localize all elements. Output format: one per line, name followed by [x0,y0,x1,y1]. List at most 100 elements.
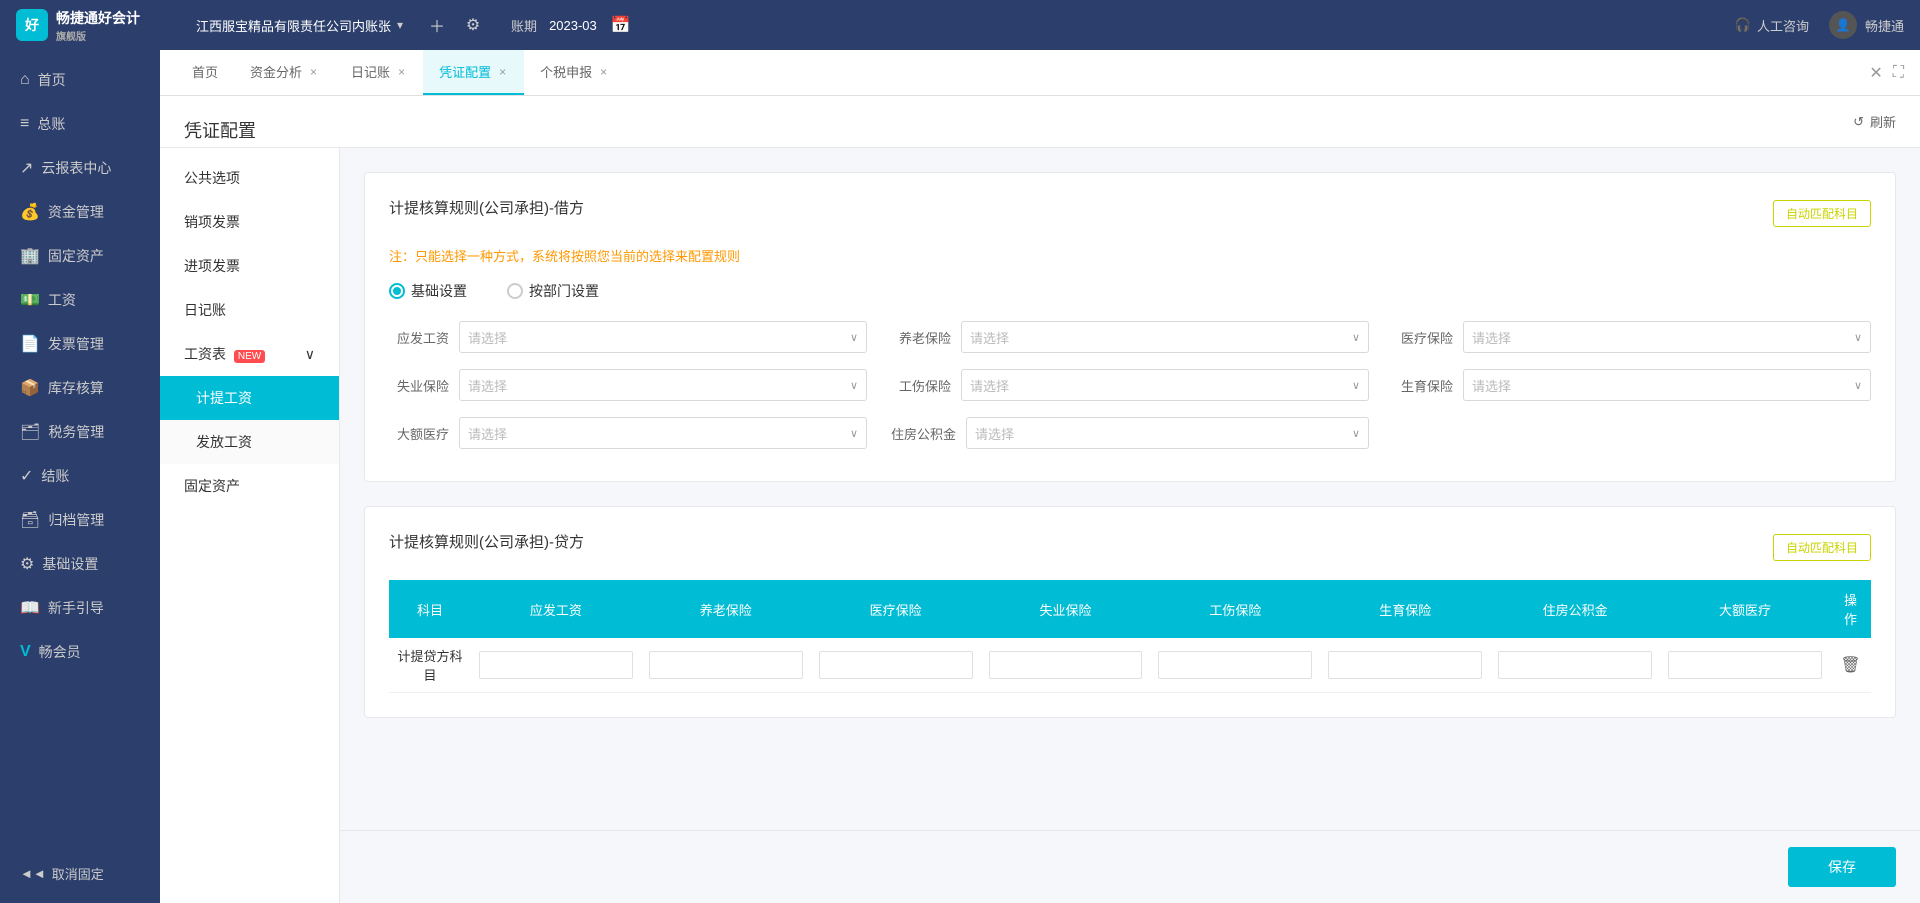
cell-action[interactable]: 🗑 [1830,638,1871,693]
sidebar-item-funds[interactable]: 💰 资金管理 [0,190,160,234]
sidebar-item-home[interactable]: ⌂ 首页 [0,58,160,102]
calendar-icon[interactable]: 📅 [611,15,631,35]
tab-funds-analysis[interactable]: 资金分析 × [234,50,335,95]
user-area[interactable]: 👤 畅捷通 [1829,11,1904,39]
sidebar-item-inventory[interactable]: 📦 库存核算 [0,366,160,410]
sidebar-item-invoice[interactable]: 📄 发票管理 [0,322,160,366]
refresh-button[interactable]: ↺ 刷新 [1853,112,1896,147]
nav-item-fixed-assets[interactable]: 固定资产 [160,464,339,508]
sidebar-item-assets[interactable]: 🏢 固定资产 [0,234,160,278]
auto-match-debit-button[interactable]: 自动匹配科目 [1773,200,1871,227]
sidebar-item-guide[interactable]: 📖 新手引导 [0,586,160,630]
tab-voucher-config[interactable]: 凭证配置 × [423,50,524,95]
label-majormedical: 大额医疗 [389,424,449,443]
radio-dept-label: 按部门设置 [529,281,599,301]
sidebar-item-closing[interactable]: ✓ 结账 [0,454,160,498]
input-majormedical[interactable] [1668,651,1822,679]
nav-item-journal[interactable]: 日记账 [160,288,339,332]
cell-provident[interactable] [1490,638,1660,693]
sidebar-item-label: 发票管理 [48,334,104,354]
sidebar-item-tax[interactable]: 🗂 税务管理 [0,410,160,454]
cell-pension[interactable] [641,638,811,693]
user-name: 畅捷通 [1865,16,1904,35]
sidebar-item-member[interactable]: V 畅会员 [0,630,160,674]
tab-tax-report[interactable]: 个税申报 × [524,50,625,95]
tab-close-icon[interactable]: × [396,63,407,81]
col-workinjury: 工伤保险 [1150,580,1320,638]
cell-majormedical[interactable] [1660,638,1830,693]
tab-close-icon[interactable]: × [497,63,508,81]
settings-icon[interactable]: ⚙ [459,11,487,39]
tab-label: 凭证配置 [439,62,491,81]
sidebar-item-label: 资金管理 [48,202,104,222]
save-button[interactable]: 保存 [1788,847,1896,887]
select-workinjury[interactable]: 请选择 ∨ [961,369,1369,401]
archive-icon: 🗃 [20,510,40,530]
nav-item-purchase-invoice[interactable]: 进项发票 [160,244,339,288]
input-pension[interactable] [649,651,803,679]
select-provident[interactable]: 请选择 ∨ [966,417,1369,449]
funds-icon: 💰 [20,202,40,222]
nav-item-accrual-payroll[interactable]: 计提工资 [160,376,339,420]
input-workinjury[interactable] [1158,651,1312,679]
cell-unemployment[interactable] [981,638,1151,693]
sidebar-item-label: 畅会员 [39,642,81,662]
radio-basic[interactable]: 基础设置 [389,281,467,301]
service-button[interactable]: 🎧 人工咨询 [1735,16,1809,35]
select-medical[interactable]: 请选择 ∨ [1463,321,1871,353]
form-item-salary: 应发工资 请选择 ∨ [389,321,867,353]
select-maternity[interactable]: 请选择 ∨ [1463,369,1871,401]
cell-medical[interactable] [811,638,981,693]
input-medical[interactable] [819,651,973,679]
chevron-down-icon: ∨ [305,346,315,363]
auto-match-credit-button[interactable]: 自动匹配科目 [1773,534,1871,561]
row-label: 计提贷方科目 [389,638,471,693]
add-button[interactable]: ＋ [423,11,451,39]
input-provident[interactable] [1498,651,1652,679]
placeholder: 请选择 [975,424,1014,443]
sidebar-item-label: 税务管理 [48,422,104,442]
close-icon[interactable]: ✕ [1869,63,1882,83]
cell-salary[interactable] [471,638,641,693]
select-pension[interactable]: 请选择 ∨ [961,321,1369,353]
tab-right: ✕ ⛶ [1869,63,1904,83]
cancel-fixed-button[interactable]: ◄◄ 取消固定 [0,852,160,895]
form-item-workinjury: 工伤保险 请选择 ∨ [891,369,1369,401]
period-value: 2023-03 [549,18,597,33]
cell-maternity[interactable] [1320,638,1490,693]
col-provident: 住房公积金 [1490,580,1660,638]
pin-icon: ◄◄ [20,866,46,881]
nav-item-distribute-payroll[interactable]: 发放工资 [160,420,339,464]
sidebar-item-ledger[interactable]: ≡ 总账 [0,102,160,146]
input-maternity[interactable] [1328,651,1482,679]
radio-dept[interactable]: 按部门设置 [507,281,599,301]
tab-close-icon[interactable]: × [308,63,319,81]
tab-home[interactable]: 首页 [176,50,234,95]
avatar: 👤 [1829,11,1857,39]
nav-label: 公共选项 [184,170,240,186]
tab-bar: 首页 资金分析 × 日记账 × 凭证配置 × 个税申报 × ✕ ⛶ [160,50,1920,96]
select-majormedical[interactable]: 请选择 ∨ [459,417,867,449]
chevron-down-icon: ∨ [850,379,858,392]
sidebar-item-reports[interactable]: ↗ 云报表中心 [0,146,160,190]
input-salary[interactable] [479,651,633,679]
sidebar-item-payroll[interactable]: 💵 工资 [0,278,160,322]
tab-journal[interactable]: 日记账 × [335,50,423,95]
select-unemployment[interactable]: 请选择 ∨ [459,369,867,401]
company-selector[interactable]: 江西服宝精品有限责任公司内账张 ▾ [196,16,403,35]
expand-icon[interactable]: ⛶ [1893,64,1904,82]
cell-workinjury[interactable] [1150,638,1320,693]
chevron-down-icon: ∨ [1854,379,1862,392]
debit-section: 计提核算规则(公司承担)-借方 自动匹配科目 注：只能选择一种方式，系统将按照您… [364,172,1896,482]
debit-section-title: 计提核算规则(公司承担)-借方 [389,197,584,218]
select-salary[interactable]: 请选择 ∨ [459,321,867,353]
tab-close-icon[interactable]: × [598,63,609,81]
label-pension: 养老保险 [891,328,951,347]
nav-label: 固定资产 [184,478,240,494]
sidebar-item-settings[interactable]: ⚙ 基础设置 [0,542,160,586]
nav-item-sales-invoice[interactable]: 销项发票 [160,200,339,244]
nav-item-public[interactable]: 公共选项 [160,156,339,200]
input-unemployment[interactable] [989,651,1143,679]
sidebar-item-archive[interactable]: 🗃 归档管理 [0,498,160,542]
nav-item-payroll-table[interactable]: 工资表 NEW ∨ [160,332,339,376]
